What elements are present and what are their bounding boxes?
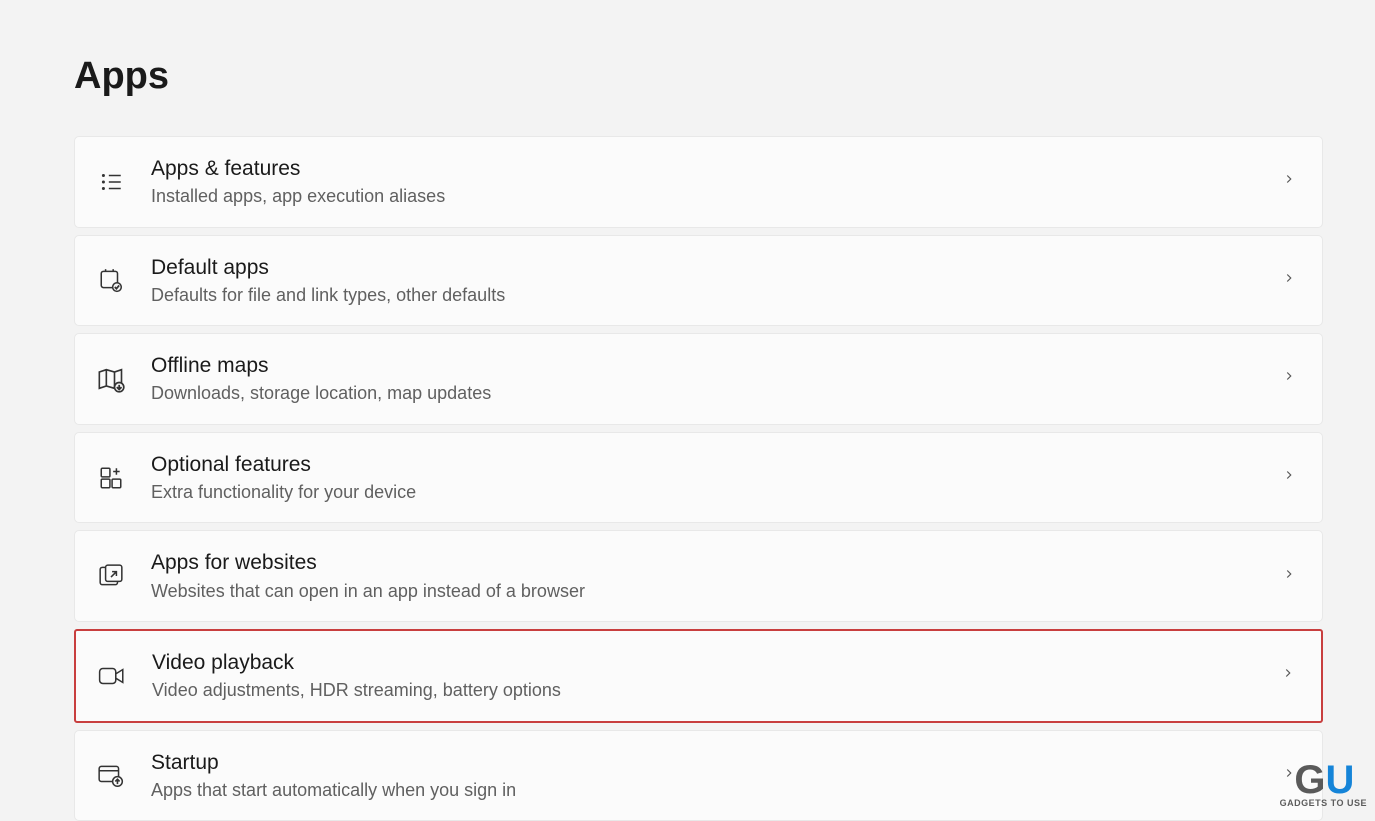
offline-maps-icon [97,365,125,393]
watermark-logo: GU [1294,764,1352,796]
setting-title: Optional features [151,451,1282,478]
apps-features-icon [97,168,125,196]
startup-icon [97,761,125,789]
setting-title: Apps & features [151,155,1282,182]
setting-title: Video playback [152,649,1281,676]
chevron-right-icon [1281,666,1295,685]
chevron-right-icon [1282,468,1296,487]
optional-features-icon [97,464,125,492]
setting-item-apps-features[interactable]: Apps & features Installed apps, app exec… [74,136,1323,228]
setting-desc: Downloads, storage location, map updates [151,381,1282,405]
setting-desc: Video adjustments, HDR streaming, batter… [152,678,1281,702]
setting-desc: Installed apps, app execution aliases [151,184,1282,208]
watermark-text: GADGETS TO USE [1280,798,1367,808]
setting-desc: Extra functionality for your device [151,480,1282,504]
setting-item-startup[interactable]: Startup Apps that start automatically wh… [74,730,1323,821]
setting-desc: Apps that start automatically when you s… [151,778,1282,802]
setting-title: Startup [151,749,1282,776]
setting-item-offline-maps[interactable]: Offline maps Downloads, storage location… [74,333,1323,425]
page-title: Apps [74,55,1327,98]
setting-title: Offline maps [151,352,1282,379]
setting-item-default-apps[interactable]: Default apps Defaults for file and link … [74,235,1323,327]
chevron-right-icon [1282,567,1296,586]
setting-title: Default apps [151,254,1282,281]
apps-websites-icon [97,562,125,590]
setting-item-apps-for-websites[interactable]: Apps for websites Websites that can open… [74,530,1323,622]
video-playback-icon [98,662,126,690]
chevron-right-icon [1282,271,1296,290]
default-apps-icon [97,266,125,294]
chevron-right-icon [1282,369,1296,388]
setting-desc: Websites that can open in an app instead… [151,579,1282,603]
setting-desc: Defaults for file and link types, other … [151,283,1282,307]
settings-list: Apps & features Installed apps, app exec… [74,136,1323,821]
chevron-right-icon [1282,172,1296,191]
setting-item-optional-features[interactable]: Optional features Extra functionality fo… [74,432,1323,524]
setting-title: Apps for websites [151,549,1282,576]
setting-item-video-playback[interactable]: Video playback Video adjustments, HDR st… [74,629,1323,723]
watermark: GU GADGETS TO USE [1280,764,1367,808]
